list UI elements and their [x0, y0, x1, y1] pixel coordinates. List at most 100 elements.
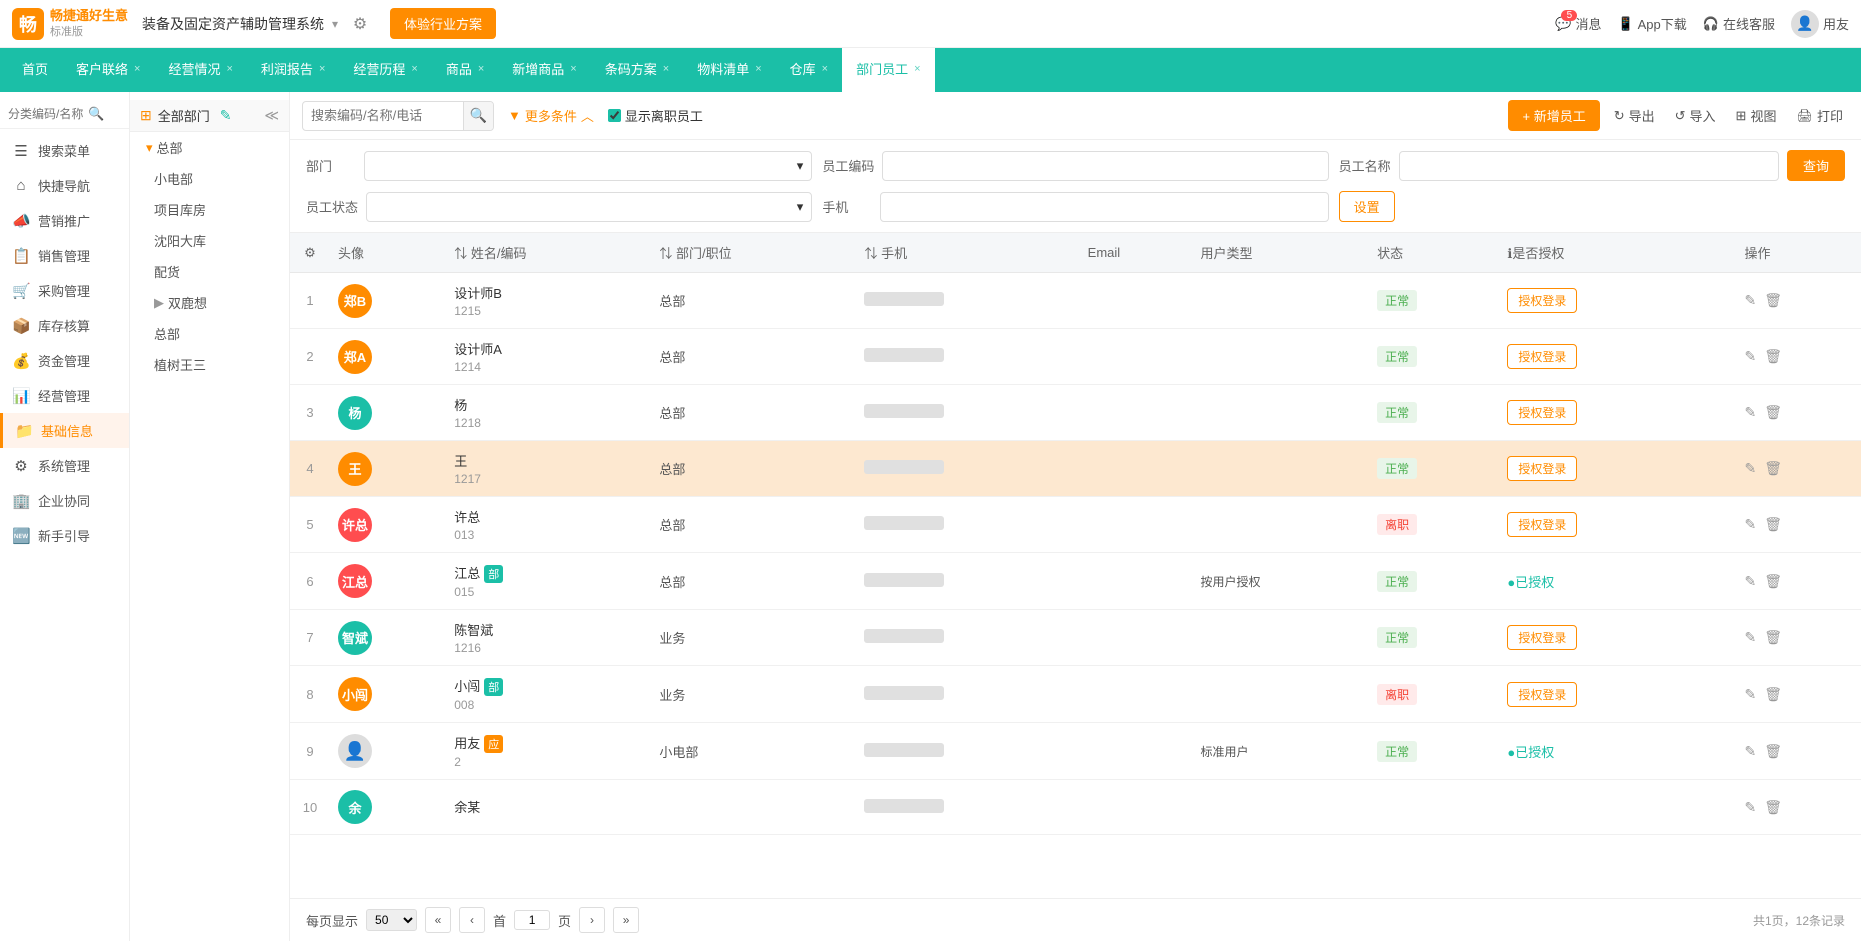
system-title-arrow[interactable]: ▾: [332, 17, 338, 31]
delete-icon[interactable]: 🗑: [1764, 743, 1782, 760]
edit-icon[interactable]: ✎: [1745, 460, 1757, 477]
export-button[interactable]: ↻ 导出: [1608, 102, 1661, 129]
edit-icon[interactable]: ✎: [1745, 629, 1757, 646]
view-button[interactable]: ⊞ 视图: [1730, 102, 1783, 129]
edit-icon[interactable]: ✎: [1745, 799, 1757, 816]
edit-icon[interactable]: ✎: [1745, 686, 1757, 703]
col-dept[interactable]: ⇅ 部门/职位: [651, 233, 856, 273]
filter-empcode-input[interactable]: [882, 151, 1328, 181]
nav-item-barcode[interactable]: 条码方案×: [591, 48, 683, 92]
auth-button[interactable]: 授权登录: [1507, 288, 1577, 313]
filter-status-select[interactable]: ▾: [366, 192, 812, 222]
sidebar-item-basic_info[interactable]: 📁基础信息: [0, 413, 129, 448]
last-page-button[interactable]: »: [613, 907, 639, 933]
sidebar-search-input[interactable]: [8, 107, 88, 121]
dept-collapse-button[interactable]: ≪: [264, 107, 279, 124]
auth-button[interactable]: 授权登录: [1507, 400, 1577, 425]
dept-node-planting-king[interactable]: 植树王三: [130, 349, 289, 380]
nav-item-history[interactable]: 经营历程×: [339, 48, 431, 92]
edit-icon[interactable]: ✎: [1745, 516, 1757, 533]
show-resigned-checkbox[interactable]: [608, 109, 621, 122]
dept-node-distribution[interactable]: 配货: [130, 256, 289, 287]
delete-icon[interactable]: 🗑: [1764, 686, 1782, 703]
auth-button[interactable]: 授权登录: [1507, 344, 1577, 369]
delete-icon[interactable]: 🗑: [1764, 404, 1782, 421]
col-phone[interactable]: ⇅ 手机: [856, 233, 1079, 273]
settings-button[interactable]: ⚙: [346, 10, 374, 38]
nav-item-profit[interactable]: 利润报告×: [247, 48, 339, 92]
sidebar-item-quick_nav[interactable]: ⌂快捷导航: [0, 168, 129, 203]
sidebar-item-marketing[interactable]: 📣营销推广: [0, 203, 129, 238]
delete-icon[interactable]: 🗑: [1764, 292, 1782, 309]
nav-close-warehouse[interactable]: ×: [822, 63, 828, 75]
dept-node-hq2[interactable]: 总部: [130, 318, 289, 349]
reset-button[interactable]: 设置: [1339, 191, 1395, 222]
sidebar-item-guide[interactable]: 🆕新手引导: [0, 518, 129, 553]
dept-edit-icon[interactable]: ✎: [220, 107, 232, 124]
nav-close-business[interactable]: ×: [226, 63, 232, 75]
query-button[interactable]: 查询: [1787, 150, 1845, 181]
sidebar-item-company[interactable]: 🏢企业协同: [0, 483, 129, 518]
nav-close-customer[interactable]: ×: [134, 63, 140, 75]
filter-phone-input[interactable]: [880, 192, 1328, 222]
auth-button[interactable]: 授权登录: [1507, 456, 1577, 481]
more-filter-button[interactable]: ▼ 更多条件 ︿: [504, 106, 598, 125]
delete-icon[interactable]: 🗑: [1764, 516, 1782, 533]
nav-item-warehouse[interactable]: 仓库×: [776, 48, 842, 92]
edit-icon[interactable]: ✎: [1745, 348, 1757, 365]
auth-button[interactable]: 授权登录: [1507, 625, 1577, 650]
col-settings[interactable]: ⚙: [290, 233, 330, 273]
dept-node-hq[interactable]: ▾ 总部: [130, 132, 289, 163]
next-page-button[interactable]: ›: [579, 907, 605, 933]
filter-empname-input[interactable]: [1399, 151, 1779, 181]
sidebar-item-inventory[interactable]: 📦库存核算: [0, 308, 129, 343]
page-number-input[interactable]: [514, 910, 550, 930]
first-page-button[interactable]: «: [425, 907, 451, 933]
user-menu[interactable]: 👤 用友: [1791, 10, 1849, 38]
nav-item-new_goods[interactable]: 新增商品×: [498, 48, 590, 92]
prev-page-button[interactable]: ‹: [459, 907, 485, 933]
nav-item-material[interactable]: 物料清单×: [683, 48, 775, 92]
dept-node-small-elec[interactable]: 小电部: [130, 163, 289, 194]
nav-item-home[interactable]: 首页: [8, 48, 62, 92]
edit-icon[interactable]: ✎: [1745, 292, 1757, 309]
search-button[interactable]: 🔍: [463, 101, 493, 131]
show-resigned-checkbox-label[interactable]: 显示离职员工: [608, 106, 703, 125]
nav-close-material[interactable]: ×: [755, 63, 761, 75]
nav-close-new_goods[interactable]: ×: [570, 63, 576, 75]
auth-button[interactable]: 授权登录: [1507, 682, 1577, 707]
col-name[interactable]: ⇅ 姓名/编码: [446, 233, 651, 273]
nav-close-dept_staff[interactable]: ×: [914, 63, 920, 75]
import-button[interactable]: ↺ 导入: [1669, 102, 1722, 129]
page-size-select[interactable]: 50 20 100: [366, 909, 417, 931]
sidebar-item-purchase[interactable]: 🛒采购管理: [0, 273, 129, 308]
nav-close-history[interactable]: ×: [411, 63, 417, 75]
sidebar-item-finance[interactable]: 💰资金管理: [0, 343, 129, 378]
nav-item-customer[interactable]: 客户联络×: [62, 48, 154, 92]
edit-icon[interactable]: ✎: [1745, 573, 1757, 590]
sidebar-item-operations[interactable]: 📊经营管理: [0, 378, 129, 413]
edit-icon[interactable]: ✎: [1745, 743, 1757, 760]
message-button[interactable]: 💬 5 消息: [1555, 14, 1601, 33]
sidebar-item-search_menu[interactable]: ☰搜索菜单: [0, 133, 129, 168]
dept-node-dual-dream[interactable]: ▶ 双鹿想: [130, 287, 289, 318]
dept-node-project[interactable]: 项目库房: [130, 194, 289, 225]
add-employee-button[interactable]: + 新增员工: [1508, 100, 1599, 131]
trial-button[interactable]: 体验行业方案: [390, 8, 496, 39]
delete-icon[interactable]: 🗑: [1764, 573, 1782, 590]
search-input[interactable]: [303, 108, 463, 123]
sidebar-item-sales[interactable]: 📋销售管理: [0, 238, 129, 273]
nav-close-profit[interactable]: ×: [319, 63, 325, 75]
delete-icon[interactable]: 🗑: [1764, 629, 1782, 646]
online-service-button[interactable]: 🎧 在线客服: [1703, 14, 1775, 33]
edit-icon[interactable]: ✎: [1745, 404, 1757, 421]
auth-button[interactable]: 授权登录: [1507, 512, 1577, 537]
delete-icon[interactable]: 🗑: [1764, 460, 1782, 477]
nav-close-goods[interactable]: ×: [478, 63, 484, 75]
sidebar-item-system[interactable]: ⚙系统管理: [0, 448, 129, 483]
app-download-button[interactable]: 📱 App下载: [1617, 14, 1686, 33]
nav-close-barcode[interactable]: ×: [663, 63, 669, 75]
nav-item-business[interactable]: 经营情况×: [154, 48, 246, 92]
nav-item-dept_staff[interactable]: 部门员工×: [842, 48, 934, 92]
dept-node-shenyang[interactable]: 沈阳大库: [130, 225, 289, 256]
